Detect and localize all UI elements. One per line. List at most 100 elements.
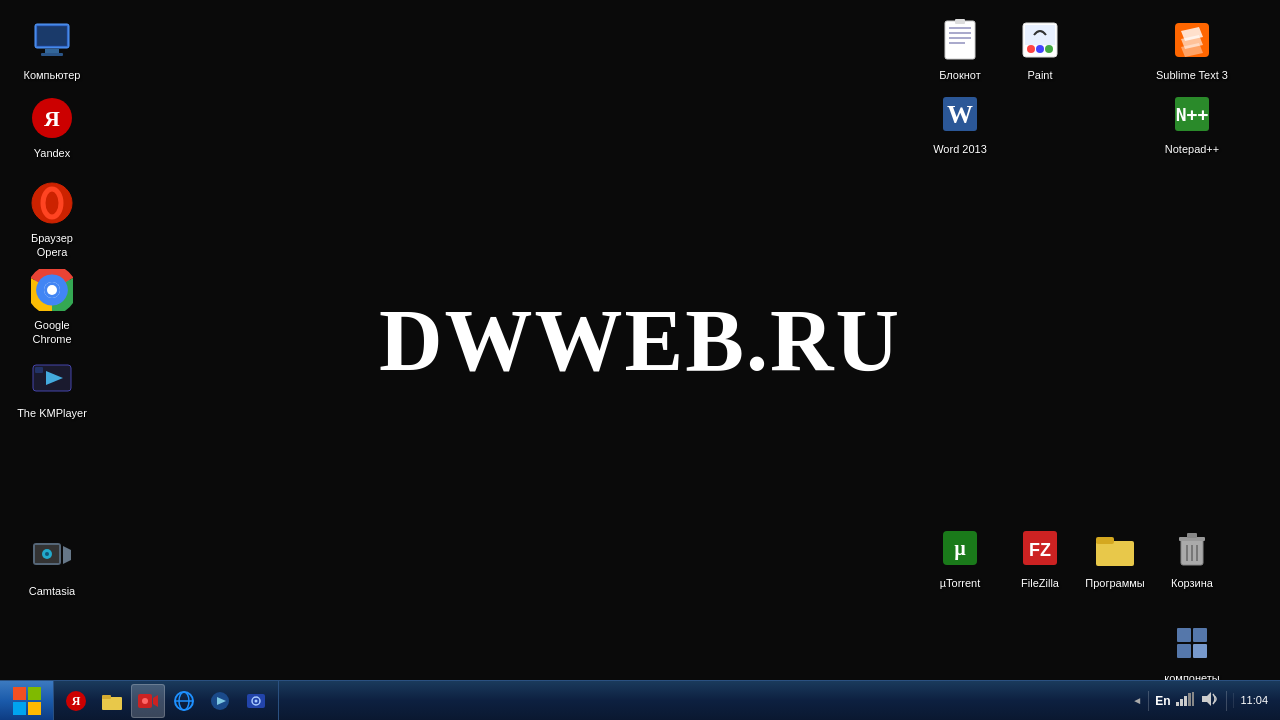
svg-rect-2 [37, 26, 67, 46]
svg-point-14 [47, 285, 57, 295]
icon-image-programmy [1091, 524, 1139, 572]
svg-text:FZ: FZ [1029, 540, 1051, 560]
taskbar-yandex-button[interactable]: Я [59, 684, 93, 718]
svg-rect-62 [28, 702, 41, 715]
desktop-icon-blocknot[interactable]: Блокнот [920, 12, 1000, 86]
desktop-icon-opera[interactable]: Браузер Opera [12, 175, 92, 264]
svg-text:µ: µ [954, 537, 966, 560]
system-tray: ◄ En 11:04 [1126, 681, 1280, 720]
icon-label-sublimetext: Sublime Text 3 [1156, 68, 1228, 82]
icon-image-camtasia [28, 532, 76, 580]
svg-rect-28 [949, 42, 965, 44]
taskbar-folder-button[interactable] [95, 684, 129, 718]
quick-launch-area: Я [54, 681, 279, 720]
icon-label-word2013: Word 2013 [933, 142, 987, 156]
taskbar-capture-button[interactable] [239, 684, 273, 718]
icon-label-utorrent: µTorrent [940, 576, 981, 590]
svg-text:Я: Я [44, 106, 60, 131]
desktop-icon-camtasia[interactable]: Camtasia [12, 528, 92, 602]
icon-image-blocknot [936, 16, 984, 64]
ie-taskbar-icon [173, 690, 195, 712]
icon-label-blocknot: Блокнот [939, 68, 981, 82]
icon-image-notepadpp: N++ [1168, 90, 1216, 138]
folder-taskbar-icon [101, 690, 123, 712]
icon-label-camtasia: Camtasia [29, 584, 75, 598]
desktop-icon-komponety[interactable]: компонеты [1152, 615, 1232, 689]
svg-rect-57 [1177, 644, 1191, 658]
icon-image-word2013: W [936, 90, 984, 138]
svg-rect-59 [13, 687, 26, 700]
desktop-icon-utorrent[interactable]: µ µTorrent [920, 520, 1000, 594]
icon-image-yandex: Я [28, 94, 76, 142]
svg-rect-51 [1187, 533, 1197, 538]
tray-language-indicator[interactable]: En [1155, 694, 1170, 708]
start-button[interactable] [0, 681, 54, 721]
svg-marker-68 [153, 695, 158, 707]
desktop: DWWEB.RU КомпьютерЯYandexБраузер OperaGo… [0, 0, 1280, 680]
svg-point-23 [45, 552, 49, 556]
tray-signal-icon [1174, 690, 1196, 711]
icon-label-opera: Браузер Opera [16, 231, 88, 260]
yandex-taskbar-icon: Я [65, 690, 87, 712]
svg-rect-60 [28, 687, 41, 700]
icon-image-utorrent: µ [936, 524, 984, 572]
svg-rect-81 [1188, 693, 1191, 706]
tray-separator-1 [1148, 691, 1149, 711]
taskbar-camrec-button[interactable] [131, 684, 165, 718]
desktop-icon-korzina[interactable]: Корзина [1152, 520, 1232, 594]
desktop-icon-yandex[interactable]: Я Yandex [12, 90, 92, 164]
desktop-icon-kompyuter[interactable]: Компьютер [12, 12, 92, 86]
desktop-icon-filezilla[interactable]: FZ FileZilla [1000, 520, 1080, 594]
desktop-icon-kmplayer[interactable]: The KMPlayer [12, 350, 92, 424]
icon-image-kompyuter [28, 16, 76, 64]
capture-taskbar-icon [245, 690, 267, 712]
svg-point-77 [255, 699, 258, 702]
icon-label-chrome: Google Chrome [16, 318, 88, 347]
desktop-icon-chrome[interactable]: Google Chrome [12, 262, 92, 351]
svg-rect-56 [1193, 628, 1207, 642]
tray-time: 11:04 [1240, 693, 1268, 707]
desktop-icon-sublimetext[interactable]: Sublime Text 3 [1152, 12, 1232, 86]
svg-rect-80 [1184, 696, 1187, 706]
svg-point-33 [1036, 45, 1044, 53]
svg-marker-83 [1202, 692, 1211, 706]
svg-point-32 [1027, 45, 1035, 53]
svg-rect-4 [41, 53, 63, 56]
desktop-icon-word2013[interactable]: W Word 2013 [920, 86, 1000, 160]
icon-label-paint: Paint [1027, 68, 1052, 82]
svg-text:W: W [947, 100, 973, 129]
svg-rect-78 [1176, 702, 1179, 706]
svg-rect-55 [1177, 628, 1191, 642]
svg-rect-82 [1192, 692, 1194, 706]
icon-label-kmplayer: The KMPlayer [17, 406, 87, 420]
svg-rect-27 [949, 37, 971, 39]
media-taskbar-icon [209, 690, 231, 712]
svg-rect-58 [1193, 644, 1207, 658]
svg-rect-25 [949, 27, 971, 29]
taskbar-media-button[interactable] [203, 684, 237, 718]
tray-clock[interactable]: 11:04 [1233, 693, 1274, 707]
desktop-icon-programmy[interactable]: Программы [1075, 520, 1155, 594]
tray-expand-button[interactable]: ◄ [1132, 695, 1142, 706]
svg-text:N++: N++ [1176, 104, 1209, 125]
windows-logo-icon [11, 685, 43, 717]
icon-image-komponety [1168, 619, 1216, 667]
icon-image-sublimetext [1168, 16, 1216, 64]
desktop-icon-notepadpp[interactable]: N++Notepad++ [1152, 86, 1232, 160]
desktop-icon-paint[interactable]: Paint [1000, 12, 1080, 86]
svg-marker-20 [63, 546, 71, 564]
tray-volume-icon[interactable] [1200, 690, 1220, 711]
icon-image-opera [28, 179, 76, 227]
icon-label-filezilla: FileZilla [1021, 576, 1059, 590]
svg-rect-18 [35, 367, 43, 373]
taskbar-ie-button[interactable] [167, 684, 201, 718]
svg-rect-3 [45, 49, 59, 53]
icon-label-yandex: Yandex [34, 146, 71, 160]
svg-rect-24 [945, 21, 975, 59]
svg-rect-31 [1025, 25, 1055, 45]
svg-rect-48 [1096, 537, 1114, 544]
icon-image-korzina [1168, 524, 1216, 572]
svg-rect-79 [1180, 699, 1183, 706]
icon-image-kmplayer [28, 354, 76, 402]
camrec-taskbar-icon [137, 690, 159, 712]
